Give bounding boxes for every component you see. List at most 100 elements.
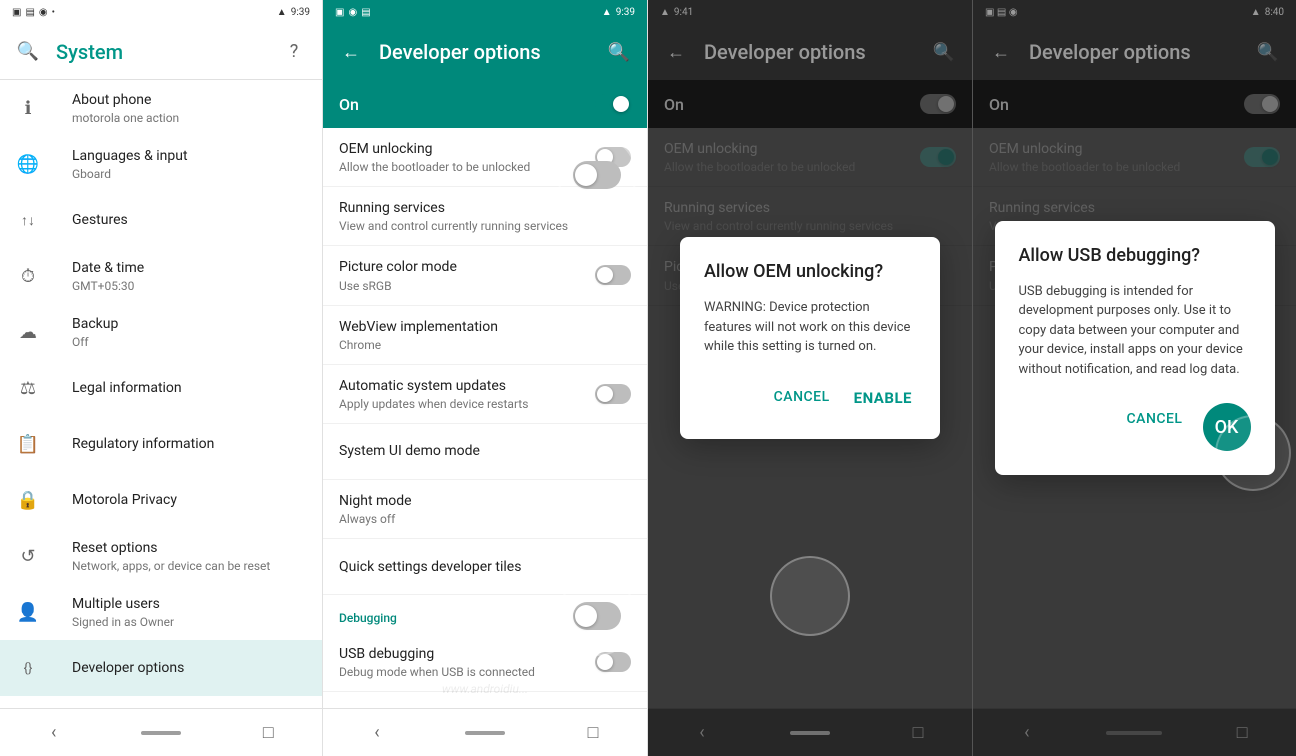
status-bar-left: ▣ ▤ ◉ • ▲ 9:39: [0, 0, 322, 24]
backup-text: Backup Off: [72, 315, 306, 349]
oem-dialog-enable[interactable]: Enable: [850, 381, 916, 415]
dialog-overlay-r1: Allow OEM unlocking? WARNING: Device pro…: [648, 0, 972, 756]
languages-text: Languages & input Gboard: [72, 147, 306, 181]
legal-icon: ⚖: [16, 376, 40, 400]
main-toggle-knob-mid: [613, 96, 629, 112]
dev-usb-title: USB debugging: [339, 645, 595, 663]
usb-toggle-large[interactable]: [573, 602, 621, 630]
system-icons-left: ▲ 9:39: [277, 7, 310, 18]
search-icon-left[interactable]: 🔍: [16, 40, 40, 64]
right-panels: ▲ 9:41 ← Developer options 🔍 On OEM unlo…: [648, 0, 1296, 756]
oem-dialog-body: WARNING: Device protection features will…: [704, 298, 916, 357]
header-toggle-row-mid: On: [323, 80, 647, 128]
dot-icon: •: [52, 7, 55, 18]
reset-subtitle: Network, apps, or device can be reset: [72, 559, 306, 573]
color-toggle-knob-mid: [597, 267, 613, 283]
back-icon-mid[interactable]: ←: [339, 40, 363, 64]
oem-dialog-cancel[interactable]: Cancel: [770, 381, 834, 415]
settings-item-datetime[interactable]: ⏱ Date & time GMT+05:30: [0, 248, 322, 304]
notification-icon-mid: ▣: [335, 7, 344, 18]
developer-text: Developer options: [72, 659, 306, 677]
settings-item-reset[interactable]: ↺ Reset options Network, apps, or device…: [0, 528, 322, 584]
app-title-mid: Developer options: [379, 40, 591, 64]
color-toggle-mid[interactable]: [595, 265, 631, 285]
users-text: Multiple users Signed in as Owner: [72, 595, 306, 629]
notification-icon-mid3: ▤: [361, 7, 370, 18]
settings-item-sysupdates[interactable]: 📱 System updates Updated to Android 9: [0, 696, 322, 708]
notification-icon3: ◉: [39, 7, 48, 18]
settings-item-users[interactable]: 👤 Multiple users Signed in as Owner: [0, 584, 322, 640]
settings-item-about[interactable]: ℹ About phone motorola one action: [0, 80, 322, 136]
nav-home-left[interactable]: [121, 709, 201, 756]
search-icon-mid[interactable]: 🔍: [607, 40, 631, 64]
usb-dialog-cancel[interactable]: Cancel: [1123, 403, 1187, 451]
reset-icon: ↺: [16, 544, 40, 568]
reset-text: Reset options Network, apps, or device c…: [72, 539, 306, 573]
dev-night-subtitle: Always off: [339, 512, 631, 526]
datetime-subtitle: GMT+05:30: [72, 279, 306, 293]
dialog-overlay-r2: Allow USB debugging? USB debugging is in…: [973, 0, 1296, 756]
usb-toggle-spotlight: [557, 576, 637, 656]
dev-demo-text: System UI demo mode: [339, 442, 631, 460]
developer-icon: {}: [16, 656, 40, 680]
nav-recents-left[interactable]: □: [228, 709, 308, 756]
regulatory-text: Regulatory information: [72, 435, 306, 453]
users-icon: 👤: [16, 600, 40, 624]
developer-title: Developer options: [72, 659, 306, 677]
settings-item-developer[interactable]: {} Developer options: [0, 640, 322, 696]
settings-item-backup[interactable]: ☁ Backup Off: [0, 304, 322, 360]
nav-recents-mid[interactable]: □: [553, 709, 633, 756]
gestures-icon: ↑↓: [16, 208, 40, 232]
datetime-text: Date & time GMT+05:30: [72, 259, 306, 293]
users-title: Multiple users: [72, 595, 306, 613]
dev-item-revoke[interactable]: Revoke USB debugging authorizations: [323, 692, 647, 708]
oem-dialog-title: Allow OEM unlocking?: [704, 261, 916, 282]
nav-home-mid[interactable]: [445, 709, 525, 756]
usb-toggle-large-knob: [575, 605, 597, 627]
app-bar-mid: ← Developer options 🔍: [323, 24, 647, 80]
languages-icon: 🌐: [16, 152, 40, 176]
reset-title: Reset options: [72, 539, 306, 557]
bottom-nav-left: ‹ □: [0, 708, 322, 756]
settings-item-languages[interactable]: 🌐 Languages & input Gboard: [0, 136, 322, 192]
dev-item-color[interactable]: Picture color mode Use sRGB: [323, 246, 647, 305]
usb-dialog: Allow USB debugging? USB debugging is in…: [995, 221, 1275, 476]
wifi-icon: ▲: [277, 7, 287, 18]
dev-color-subtitle: Use sRGB: [339, 279, 595, 293]
oem-dialog-actions: Cancel Enable: [704, 381, 916, 415]
left-panel: ▣ ▤ ◉ • ▲ 9:39 🔍 System ? ℹ About phone …: [0, 0, 323, 756]
settings-item-motorola-privacy[interactable]: 🔒 Motorola Privacy: [0, 472, 322, 528]
system-icons-mid: ▲ 9:39: [602, 7, 635, 18]
settings-item-gestures[interactable]: ↑↓ Gestures: [0, 192, 322, 248]
dev-item-autoupdate[interactable]: Automatic system updates Apply updates w…: [323, 365, 647, 424]
dev-night-title: Night mode: [339, 492, 631, 510]
backup-subtitle: Off: [72, 335, 306, 349]
backup-title: Backup: [72, 315, 306, 333]
header-toggle-label-mid: On: [339, 95, 359, 114]
dev-item-demo[interactable]: System UI demo mode: [323, 424, 647, 480]
autoupdate-toggle-knob-mid: [597, 386, 613, 402]
datetime-title: Date & time: [72, 259, 306, 277]
privacy-title: Motorola Privacy: [72, 491, 306, 509]
enable-btn-circle: [770, 556, 850, 636]
settings-item-legal[interactable]: ⚖ Legal information: [0, 360, 322, 416]
dev-item-webview[interactable]: WebView implementation Chrome: [323, 306, 647, 365]
nav-back-left[interactable]: ‹: [14, 709, 94, 756]
nav-back-mid[interactable]: ‹: [337, 709, 417, 756]
backup-icon: ☁: [16, 320, 40, 344]
autoupdate-toggle-mid[interactable]: [595, 384, 631, 404]
gestures-text: Gestures: [72, 211, 306, 229]
oem-toggle-large-knob: [575, 164, 597, 186]
mid-panel: ▣ ◉ ▤ ▲ 9:39 ← Developer options 🔍 On OE…: [323, 0, 648, 756]
settings-item-regulatory[interactable]: 📋 Regulatory information: [0, 416, 322, 472]
nav-pill-mid: [465, 731, 505, 735]
app-title-left: System: [56, 40, 266, 64]
nav-pill-left: [141, 731, 181, 735]
help-icon-left[interactable]: ?: [282, 40, 306, 64]
dev-item-night[interactable]: Night mode Always off: [323, 480, 647, 539]
about-icon: ℹ: [16, 96, 40, 120]
main-toggle-mid[interactable]: [595, 94, 631, 114]
oem-toggle-large[interactable]: [573, 161, 621, 189]
about-subtitle: motorola one action: [72, 111, 306, 125]
usb-dialog-title: Allow USB debugging?: [1019, 245, 1251, 266]
